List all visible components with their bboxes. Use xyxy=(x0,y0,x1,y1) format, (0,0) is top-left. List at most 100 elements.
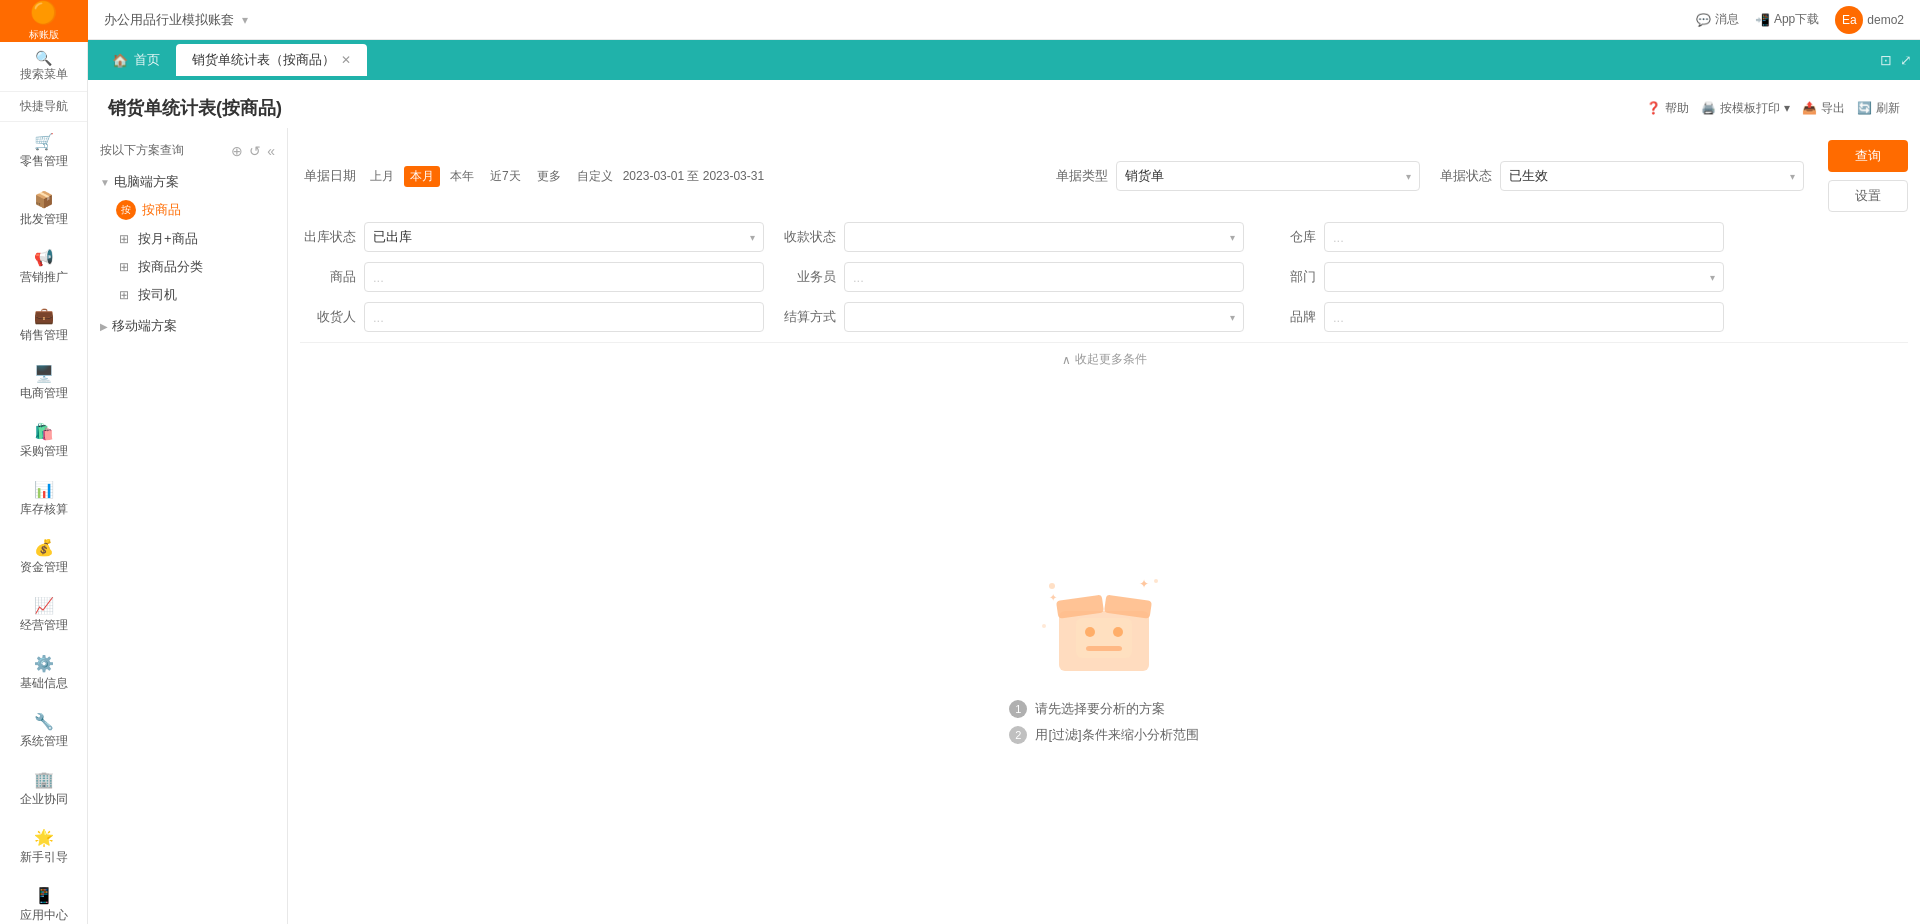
finance-icon: 💰 xyxy=(34,538,54,557)
product-control[interactable]: ... xyxy=(364,262,764,292)
warehouse-control[interactable]: ... xyxy=(1324,222,1724,252)
sidebar-item-finance[interactable]: 💰 资金管理 xyxy=(0,528,87,586)
sidebar-item-appstore[interactable]: 📱 应用中心 xyxy=(0,876,87,924)
scheme-item-by-category[interactable]: ⊞ 按商品分类 xyxy=(88,253,287,281)
sidebar-item-basic[interactable]: ⚙️ 基础信息 xyxy=(0,644,87,702)
sidebar-item-sales[interactable]: 💼 销售管理 xyxy=(0,296,87,354)
sidebar-item-enterprise[interactable]: 🏢 企业协同 xyxy=(0,760,87,818)
refresh-btn[interactable]: 🔄 刷新 xyxy=(1857,100,1900,117)
retail-icon: 🛒 xyxy=(34,132,54,151)
sidebar-item-enterprise-label: 企业协同 xyxy=(20,791,68,808)
receipt-label: 收款状态 xyxy=(780,228,836,246)
scheme-item-by-cashier-label: 按司机 xyxy=(138,286,177,304)
sidebar-item-inventory[interactable]: 📊 库存核算 xyxy=(0,470,87,528)
user-menu[interactable]: Ea demo2 xyxy=(1835,6,1904,34)
staff-placeholder: ... xyxy=(853,270,1235,285)
scheme-item-by-product[interactable]: 按 按商品 xyxy=(88,195,287,225)
status-control[interactable]: 已生效 ▾ xyxy=(1500,161,1804,191)
sidebar-item-guide[interactable]: 🌟 新手引导 xyxy=(0,818,87,876)
receipt-arrow-icon: ▾ xyxy=(1230,232,1235,243)
outstock-label: 出库状态 xyxy=(300,228,356,246)
brand-control[interactable]: ... xyxy=(1324,302,1724,332)
app-logo: 🟠 标账版 xyxy=(0,0,88,42)
receiver-field: 收货人 ... xyxy=(300,302,764,332)
topbar-dropdown-icon[interactable]: ▾ xyxy=(242,13,248,27)
date-range-text: 2023-03-01 至 2023-03-31 xyxy=(623,168,764,185)
empty-illustration: ✦ ✦ xyxy=(1034,556,1174,676)
quick-nav-label[interactable]: 快捷导航 xyxy=(0,92,87,122)
date-tab-more[interactable]: 更多 xyxy=(531,166,567,187)
tab-home[interactable]: 🏠 首页 xyxy=(96,44,176,76)
outstock-field: 出库状态 已出库 ▾ xyxy=(300,222,764,252)
scheme-panel-title: 按以下方案查询 xyxy=(100,142,184,159)
add-scheme-icon[interactable]: ⊕ xyxy=(231,143,243,159)
right-panel: 单据日期 上月 本月 本年 近7天 更多 自定义 20 xyxy=(288,128,1920,924)
tab-minimize-btn[interactable]: ⊡ xyxy=(1880,52,1892,68)
tab-close-icon[interactable]: ✕ xyxy=(341,53,351,67)
collapse-scheme-icon[interactable]: « xyxy=(267,143,275,159)
scheme-item-by-month-label: 按月+商品 xyxy=(138,230,198,248)
date-tab-7days[interactable]: 近7天 xyxy=(484,166,527,187)
purchase-icon: 🛍️ xyxy=(34,422,54,441)
date-tab-last-month[interactable]: 上月 xyxy=(364,166,400,187)
outstock-arrow-icon: ▾ xyxy=(750,232,755,243)
topbar-industry-title: 办公用品行业模拟账套 xyxy=(104,11,234,29)
query-button[interactable]: 查询 xyxy=(1828,140,1908,172)
collapse-bar[interactable]: ∧ 收起更多条件 xyxy=(300,342,1908,376)
message-btn[interactable]: 💬 消息 xyxy=(1696,11,1739,28)
export-icon: 📤 xyxy=(1802,101,1817,115)
tab-stats[interactable]: 销货单统计表（按商品） ✕ xyxy=(176,44,367,76)
app-download-btn[interactable]: 📲 App下载 xyxy=(1755,11,1819,28)
app-download-label: App下载 xyxy=(1774,11,1819,28)
refresh-scheme-icon[interactable]: ↺ xyxy=(249,143,261,159)
chevron-up-icon: ∧ xyxy=(1062,353,1071,367)
outstock-control[interactable]: 已出库 ▾ xyxy=(364,222,764,252)
sidebar-item-retail[interactable]: 🛒 零售管理 xyxy=(0,122,87,180)
date-tab-custom[interactable]: 自定义 xyxy=(571,166,619,187)
page-header: 销货单统计表(按商品) ❓ 帮助 🖨️ 按模板打印 ▾ 📤 导出 🔄 刷新 xyxy=(88,80,1920,128)
user-avatar: Ea xyxy=(1835,6,1863,34)
scheme-item-by-cashier[interactable]: ⊞ 按司机 xyxy=(88,281,287,309)
sidebar-item-operation[interactable]: 📈 经营管理 xyxy=(0,586,87,644)
scheme-group-pc-header[interactable]: ▼ 电脑端方案 xyxy=(88,169,287,195)
scheme-item-by-month-product[interactable]: ⊞ 按月+商品 xyxy=(88,225,287,253)
scheme-group-mobile-header[interactable]: ▶ 移动端方案 xyxy=(88,313,287,339)
sidebar-item-wholesale[interactable]: 📦 批发管理 xyxy=(0,180,87,238)
type-arrow-icon: ▾ xyxy=(1406,171,1411,182)
setting-button[interactable]: 设置 xyxy=(1828,180,1908,212)
receipt-control[interactable]: ▾ xyxy=(844,222,1244,252)
type-field: 单据类型 销货单 ▾ xyxy=(1052,161,1420,191)
help-btn[interactable]: ❓ 帮助 xyxy=(1646,100,1689,117)
sidebar-item-system[interactable]: 🔧 系统管理 xyxy=(0,702,87,760)
status-field: 单据状态 已生效 ▾ xyxy=(1436,161,1804,191)
brand-placeholder: ... xyxy=(1333,310,1715,325)
scheme-group-mobile-label: 移动端方案 xyxy=(112,317,177,335)
receiver-control[interactable]: ... xyxy=(364,302,764,332)
date-tab-this-month[interactable]: 本月 xyxy=(404,166,440,187)
template-print-btn[interactable]: 🖨️ 按模板打印 ▾ xyxy=(1701,100,1790,117)
search-menu-item[interactable]: 🔍 搜索菜单 xyxy=(0,42,87,92)
filter-row-2: 出库状态 已出库 ▾ 收款状态 ▾ xyxy=(300,222,1908,252)
scheme-item-by-product-label: 按商品 xyxy=(142,201,181,219)
warehouse-placeholder: ... xyxy=(1333,230,1715,245)
dept-control[interactable]: ▾ xyxy=(1324,262,1724,292)
brand-field: 品牌 ... xyxy=(1260,302,1724,332)
date-tab-this-year[interactable]: 本年 xyxy=(444,166,480,187)
staff-control[interactable]: ... xyxy=(844,262,1244,292)
sidebar-item-purchase[interactable]: 🛍️ 采购管理 xyxy=(0,412,87,470)
tab-expand-btn[interactable]: ⤢ xyxy=(1900,52,1912,68)
filter-row-1: 单据日期 上月 本月 本年 近7天 更多 自定义 20 xyxy=(300,140,1908,212)
staff-field: 业务员 ... xyxy=(780,262,1244,292)
sidebar-item-guide-label: 新手引导 xyxy=(20,849,68,866)
sidebar-item-inventory-label: 库存核算 xyxy=(20,501,68,518)
template-print-icon: 🖨️ xyxy=(1701,101,1716,115)
warehouse-field: 仓库 ... xyxy=(1260,222,1724,252)
type-control[interactable]: 销货单 ▾ xyxy=(1116,161,1420,191)
payment-control[interactable]: ▾ xyxy=(844,302,1244,332)
warehouse-label: 仓库 xyxy=(1260,228,1316,246)
export-btn[interactable]: 📤 导出 xyxy=(1802,100,1845,117)
marketing-icon: 📢 xyxy=(34,248,54,267)
sidebar-item-marketing[interactable]: 📢 营销推广 xyxy=(0,238,87,296)
type-label: 单据类型 xyxy=(1052,167,1108,185)
sidebar-item-ecommerce[interactable]: 🖥️ 电商管理 xyxy=(0,354,87,412)
